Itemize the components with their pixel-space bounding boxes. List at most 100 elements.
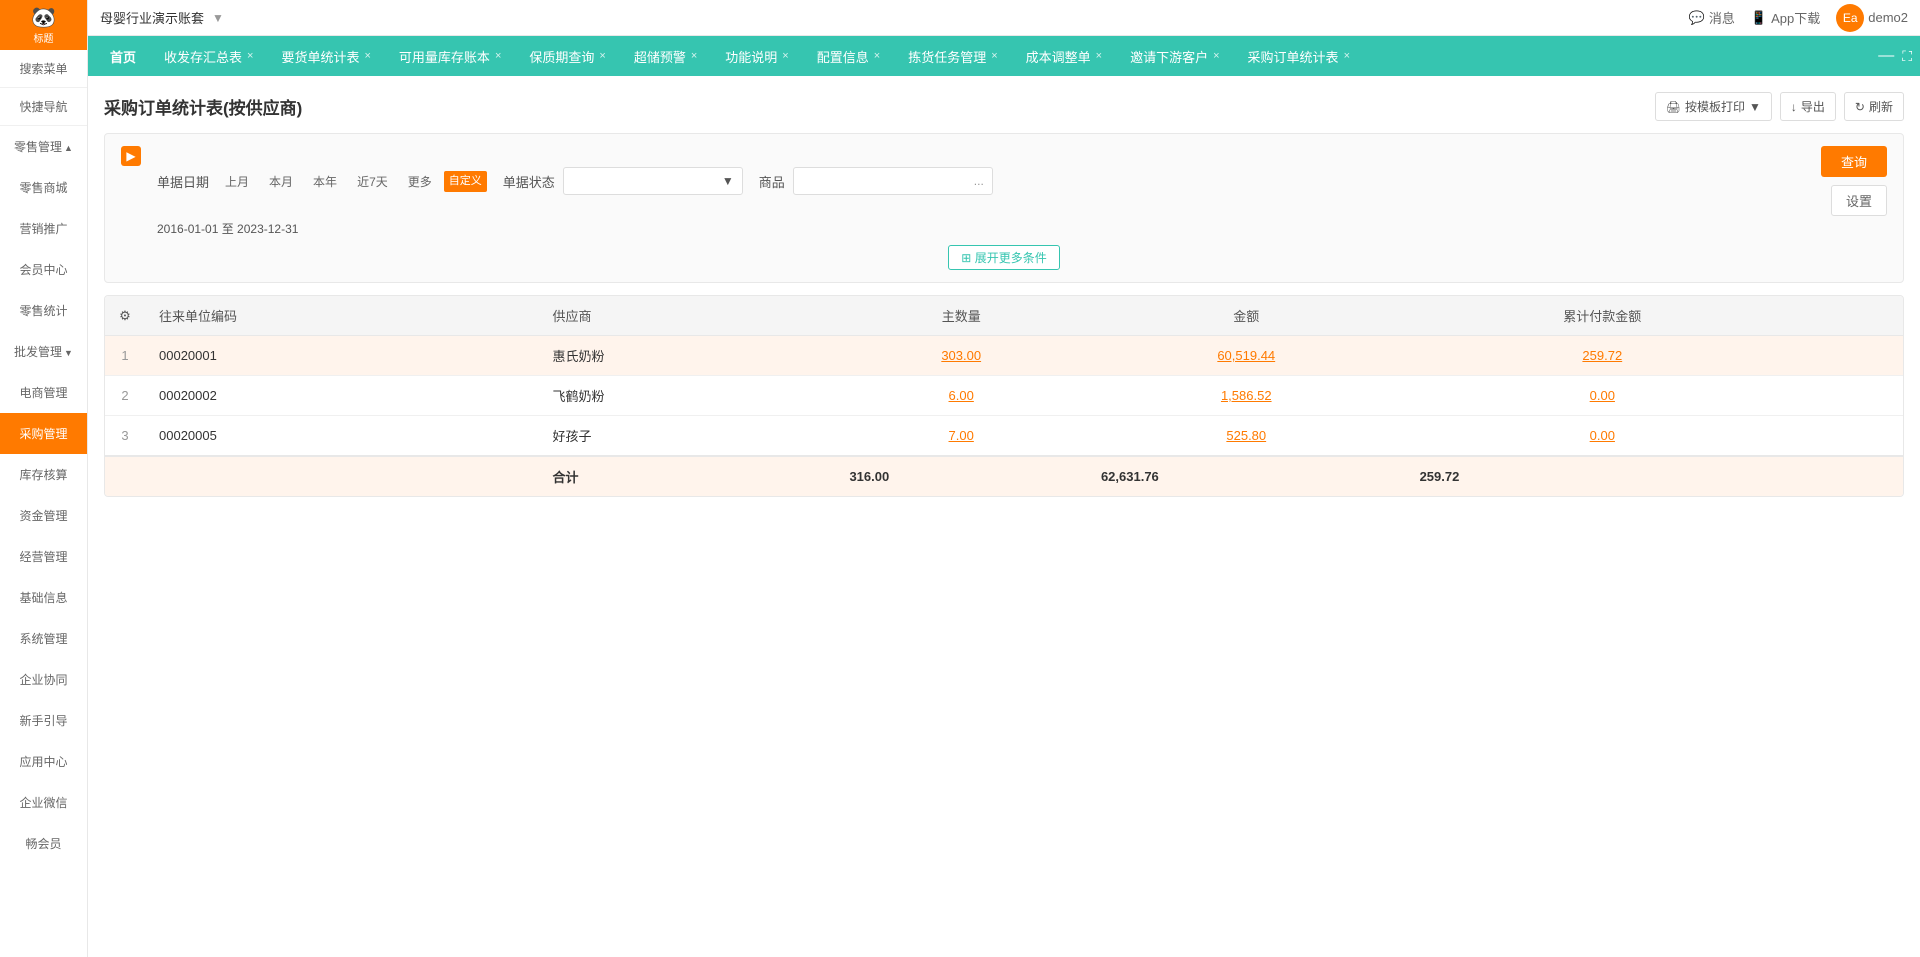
status-select[interactable]: ▼ (563, 167, 743, 195)
goods-filter: 商品 ... (759, 167, 993, 195)
nav-tab-function[interactable]: 功能说明 × (711, 41, 802, 72)
shortcut-this-year[interactable]: 本年 (305, 171, 345, 192)
user-name: demo2 (1868, 10, 1908, 25)
row-paid: 259.72 (1406, 336, 1799, 376)
sidebar-item-marketing[interactable]: 营销推广 (0, 208, 87, 249)
sidebar-item-ecommerce[interactable]: 电商管理 (0, 372, 87, 413)
sidebar-item-enterprise[interactable]: 企业协同 (0, 659, 87, 700)
footer-paid: 259.72 (1406, 456, 1799, 496)
export-button[interactable]: ↓ 导出 (1780, 92, 1836, 121)
print-button[interactable]: 🖨 按模板打印 ▼ (1655, 92, 1772, 121)
sidebar-item-purchase[interactable]: 采购管理 (0, 413, 87, 454)
close-icon[interactable]: × (1213, 50, 1219, 62)
row-supplier: 好孩子 (538, 416, 835, 457)
col-supplier: 供应商 (538, 296, 835, 336)
user-menu[interactable]: Ea demo2 (1836, 4, 1908, 32)
nav-tab-overstock[interactable]: 超储预警 × (620, 41, 711, 72)
nav-tab-order-stats[interactable]: 要货单统计表 × (267, 41, 384, 72)
page-content: 采购订单统计表(按供应商) 🖨 按模板打印 ▼ ↓ 导出 ↻ 刷新 (88, 76, 1920, 957)
avatar: Ea (1836, 4, 1864, 32)
message-btn[interactable]: 💬 消息 (1689, 8, 1735, 27)
sidebar-item-member[interactable]: 会员中心 (0, 249, 87, 290)
message-icon: 💬 (1689, 10, 1705, 26)
expand-row: ⊞ 展开更多条件 (121, 245, 1887, 270)
sidebar-search-menu[interactable]: 搜索菜单 (0, 50, 87, 88)
shortcut-7days[interactable]: 近7天 (349, 171, 396, 192)
workspace-arrow-icon[interactable]: ▼ (212, 11, 224, 25)
footer-amount: 62,631.76 (1087, 456, 1406, 496)
col-quantity: 主数量 (835, 296, 1087, 336)
date-shortcuts: 上月 本月 本年 近7天 更多 自定义 (217, 171, 487, 192)
content-area: 采购订单统计表(按供应商) 🖨 按模板打印 ▼ ↓ 导出 ↻ 刷新 (88, 76, 1920, 957)
query-button[interactable]: 查询 (1821, 146, 1887, 177)
expand-filter-button[interactable]: ⊞ 展开更多条件 (948, 245, 1059, 270)
shortcut-more[interactable]: 更多 (400, 171, 440, 192)
nav-tab-picking[interactable]: 拣货任务管理 × (894, 41, 1011, 72)
refresh-button[interactable]: ↻ 刷新 (1844, 92, 1904, 121)
sidebar-item-inventory[interactable]: 库存核算 (0, 454, 87, 495)
col-paid: 累计付款金额 (1406, 296, 1799, 336)
nav-tab-purchase-stats[interactable]: 采购订单统计表 × (1234, 41, 1364, 72)
col-amount: 金额 (1087, 296, 1406, 336)
sidebar-item-retail-mgmt[interactable]: 零售管理 (0, 126, 87, 167)
print-icon: 🖨 (1666, 100, 1681, 114)
app-download-btn[interactable]: 📱 App下载 (1751, 8, 1820, 27)
close-icon[interactable]: × (874, 50, 880, 62)
nav-tab-expiry[interactable]: 保质期查询 × (515, 41, 619, 72)
table-header-row: ⚙ 往来单位编码 供应商 主数量 金额 累计付款金额 (105, 296, 1903, 336)
nav-tab-available-stock[interactable]: 可用量库存账本 × (385, 41, 515, 72)
sidebar-item-app-center[interactable]: 应用中心 (0, 741, 87, 782)
close-icon[interactable]: × (247, 50, 253, 62)
nav-tab-config[interactable]: 配置信息 × (803, 41, 894, 72)
row-supplier: 飞鹤奶粉 (538, 376, 835, 416)
maximize-button[interactable]: ⛶ (1902, 48, 1912, 65)
minimize-button[interactable]: — (1878, 47, 1894, 65)
sidebar-item-retail-shop[interactable]: 零售商城 (0, 167, 87, 208)
row-extra (1799, 416, 1903, 457)
date-filter: 单据日期 上月 本月 本年 近7天 更多 自定义 (157, 171, 487, 192)
close-icon[interactable]: × (1344, 50, 1350, 62)
nav-tab-invite[interactable]: 邀请下游客户 × (1116, 41, 1233, 72)
sidebar-item-finance[interactable]: 资金管理 (0, 495, 87, 536)
row-code: 00020001 (145, 336, 538, 376)
row-paid: 0.00 (1406, 416, 1799, 457)
status-dropdown-icon: ▼ (722, 174, 734, 188)
footer-extra (1799, 456, 1903, 496)
close-icon[interactable]: × (495, 50, 501, 62)
sidebar-item-sys-mgmt[interactable]: 系统管理 (0, 618, 87, 659)
nav-tab-home[interactable]: 首页 (96, 41, 150, 72)
shortcut-last-month[interactable]: 上月 (217, 171, 257, 192)
sidebar-item-wholesale[interactable]: 批发管理 (0, 331, 87, 372)
sidebar-item-weixin[interactable]: 企业微信 (0, 782, 87, 823)
goods-input[interactable]: ... (793, 167, 993, 195)
sidebar-item-newbie[interactable]: 新手引导 (0, 700, 87, 741)
sidebar-item-basic-info[interactable]: 基础信息 (0, 577, 87, 618)
sidebar-quick-nav[interactable]: 快捷导航 (0, 88, 87, 126)
title-actions: 🖨 按模板打印 ▼ ↓ 导出 ↻ 刷新 (1655, 92, 1904, 121)
close-icon[interactable]: × (991, 50, 997, 62)
print-dropdown-icon[interactable]: ▼ (1749, 100, 1761, 114)
data-table: ⚙ 往来单位编码 供应商 主数量 金额 累计付款金额 1 00020001 (105, 296, 1903, 496)
shortcut-this-month[interactable]: 本月 (261, 171, 301, 192)
nav-tab-stock-summary[interactable]: 收发存汇总表 × (150, 41, 267, 72)
page-title: 采购订单统计表(按供应商) (104, 94, 302, 119)
page-title-bar: 采购订单统计表(按供应商) 🖨 按模板打印 ▼ ↓ 导出 ↻ 刷新 (104, 92, 1904, 121)
settings-button[interactable]: 设置 (1831, 185, 1887, 216)
top-right-actions: 💬 消息 📱 App下载 Ea demo2 (1689, 4, 1908, 32)
filter-toggle-icon[interactable]: ▶ (121, 146, 141, 166)
close-icon[interactable]: × (599, 50, 605, 62)
sidebar-item-operations[interactable]: 经营管理 (0, 536, 87, 577)
close-icon[interactable]: × (782, 50, 788, 62)
row-amount: 1,586.52 (1087, 376, 1406, 416)
row-supplier: 惠氏奶粉 (538, 336, 835, 376)
workspace-name: 母婴行业演示账套 (100, 8, 204, 27)
close-icon[interactable]: × (1096, 50, 1102, 62)
close-icon[interactable]: × (691, 50, 697, 62)
close-icon[interactable]: × (364, 50, 370, 62)
nav-tab-cost-adj[interactable]: 成本调整单 × (1012, 41, 1116, 72)
sidebar-item-retail-stats[interactable]: 零售统计 (0, 290, 87, 331)
refresh-icon: ↻ (1855, 100, 1865, 114)
date-range-display: 2016-01-01 至 2023-12-31 (157, 220, 1887, 237)
sidebar-item-member2[interactable]: 畅会员 (0, 823, 87, 864)
date-label: 单据日期 (157, 172, 209, 191)
